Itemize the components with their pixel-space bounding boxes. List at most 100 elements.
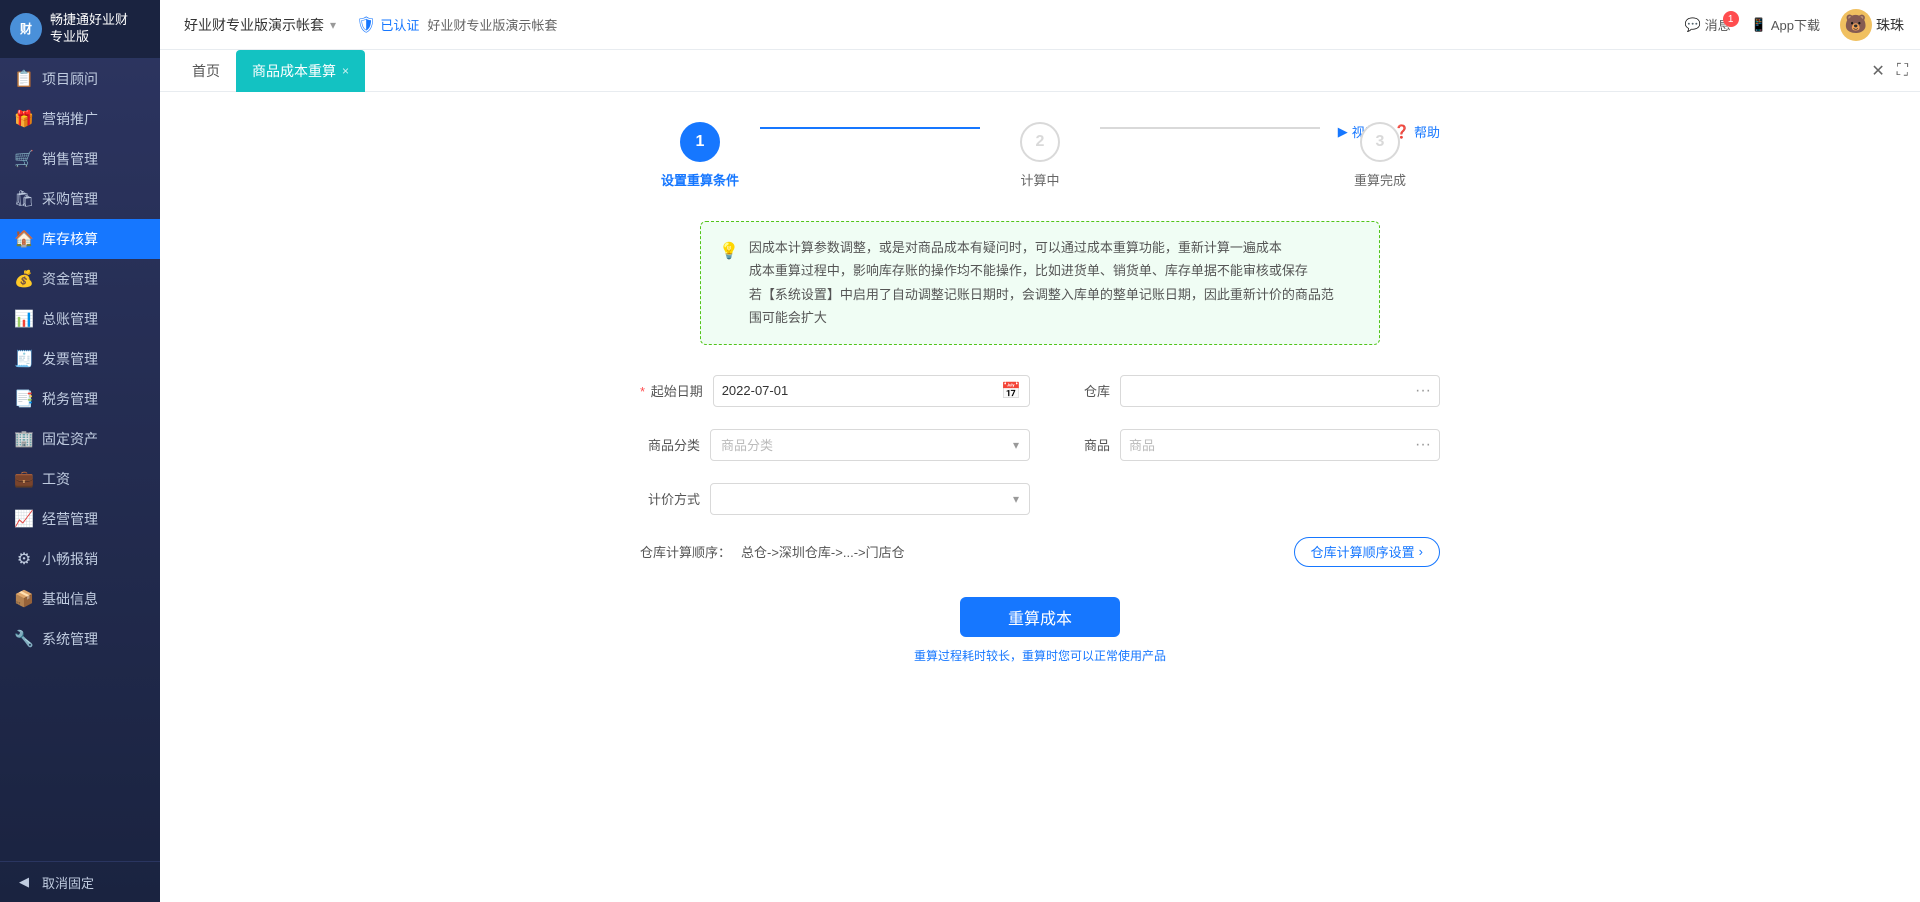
step-3-circle: 3: [1360, 122, 1400, 162]
warehouse-order-settings-button[interactable]: 仓库计算顺序设置 ›: [1294, 537, 1440, 567]
required-star: *: [640, 384, 645, 399]
base-icon: 📦: [14, 589, 34, 609]
shield-icon: 🛡: [356, 15, 376, 35]
step-2-circle: 2: [1020, 122, 1060, 162]
topbar: 好业财专业版演示帐套 ▾ 🛡 已认证 好业财专业版演示帐套 💬 消息 1 📱 A…: [160, 0, 1920, 50]
tab-cost-recalc-label: 商品成本重算: [252, 61, 336, 81]
verified-account-name: 好业财专业版演示帐套: [427, 15, 557, 34]
message-badge: 1: [1723, 11, 1739, 27]
sidebar-label-sales: 销售管理: [42, 149, 98, 169]
avatar-area[interactable]: 🐻 珠珠: [1840, 9, 1904, 41]
step-3-label: 重算完成: [1354, 170, 1406, 189]
sidebar-item-tax[interactable]: 📑 税务管理: [0, 379, 160, 419]
sidebar-item-invoice[interactable]: 🧾 发票管理: [0, 339, 160, 379]
step-2-label: 计算中: [1020, 170, 1059, 189]
tab-controls: ✕ ⛶: [1871, 61, 1920, 81]
sidebar-label-salary: 工资: [42, 469, 70, 489]
info-text: 因成本计算参数调整，或是对商品成本有疑问时，可以通过成本重算功能，重新计算一遍成…: [749, 236, 1334, 330]
sidebar-label-operation: 经营管理: [42, 509, 98, 529]
step-line-2: [1100, 127, 1320, 129]
avatar: 🐻: [1840, 9, 1872, 41]
sidebar-item-salary[interactable]: 💼 工资: [0, 459, 160, 499]
warehouse-label: 仓库: [1050, 381, 1110, 400]
unpin-icon: ◀: [14, 872, 34, 892]
sidebar-label-system: 系统管理: [42, 629, 98, 649]
maximize-icon[interactable]: ⛶: [1897, 62, 1908, 80]
start-date-input[interactable]: [722, 383, 995, 398]
tab-close-icon[interactable]: ×: [342, 64, 349, 78]
step-line-1: [760, 127, 980, 129]
logo-icon: 财: [10, 13, 42, 45]
sidebar-item-purchase[interactable]: 🛍 采购管理: [0, 179, 160, 219]
sidebar-label-tax: 税务管理: [42, 389, 98, 409]
info-line-4: 围可能会扩大: [749, 306, 1334, 329]
warehouse-order-value: 总仓->深圳仓库->...->门店仓: [741, 542, 1284, 561]
category-label: 商品分类: [640, 435, 700, 454]
phone-icon: 📱: [1751, 17, 1767, 33]
sidebar-label-assets: 固定资产: [42, 429, 98, 449]
start-date-input-wrap[interactable]: 📅: [713, 375, 1030, 407]
sidebar-item-marketing[interactable]: 🎁 营销推广: [0, 99, 160, 139]
close-window-icon[interactable]: ✕: [1871, 61, 1884, 81]
account-selector[interactable]: 好业财专业版演示帐套 ▾: [176, 11, 344, 39]
purchase-icon: 🛍: [14, 189, 34, 209]
sidebar-label-expense: 小畅报销: [42, 549, 98, 569]
sidebar-item-inventory[interactable]: 🏠 库存核算: [0, 219, 160, 259]
sidebar-logo: 财 畅捷通好业财 专业版: [0, 0, 160, 59]
sidebar-item-project[interactable]: 📋 项目顾问: [0, 59, 160, 99]
price-method-chevron-icon: ▾: [1013, 492, 1019, 506]
warehouse-dots-icon[interactable]: ···: [1415, 382, 1431, 400]
message-button[interactable]: 💬 消息 1: [1684, 15, 1730, 34]
sidebar-item-base[interactable]: 📦 基础信息: [0, 579, 160, 619]
tab-home[interactable]: 首页: [176, 50, 236, 92]
sidebar-label-purchase: 采购管理: [42, 189, 98, 209]
tab-home-label: 首页: [192, 61, 220, 81]
chevron-down-icon: ▾: [330, 18, 336, 32]
step-1-circle: 1: [680, 122, 720, 162]
sidebar-item-assets[interactable]: 🏢 固定资产: [0, 419, 160, 459]
form-group-goods: 商品 商品 ···: [1050, 429, 1440, 461]
warehouse-order-btn-label: 仓库计算顺序设置: [1311, 542, 1415, 561]
price-method-select[interactable]: ▾: [710, 483, 1030, 515]
sidebar-item-system[interactable]: 🔧 系统管理: [0, 619, 160, 659]
tab-cost-recalc[interactable]: 商品成本重算 ×: [236, 50, 365, 92]
sidebar-label-project: 项目顾问: [42, 69, 98, 89]
form-group-start-date: * 起始日期 📅: [640, 375, 1030, 407]
form-group-warehouse: 仓库 ···: [1050, 375, 1440, 407]
category-placeholder: 商品分类: [721, 435, 1013, 454]
goods-dots-icon[interactable]: ···: [1415, 436, 1431, 454]
tax-icon: 📑: [14, 389, 34, 409]
step-1-label: 设置重算条件: [661, 170, 739, 189]
accounting-icon: 📊: [14, 309, 34, 329]
sidebar-item-accounting[interactable]: 📊 总账管理: [0, 299, 160, 339]
sidebar-item-sales[interactable]: 🛒 销售管理: [0, 139, 160, 179]
topbar-actions: 💬 消息 1 📱 App下载 🐻 珠珠: [1684, 9, 1904, 41]
sidebar-label-finance: 资金管理: [42, 269, 98, 289]
app-download-button[interactable]: 📱 App下载: [1751, 15, 1820, 34]
finance-icon: 💰: [14, 269, 34, 289]
goods-input-wrap[interactable]: 商品 ···: [1120, 429, 1440, 461]
start-date-label: * 起始日期: [640, 381, 703, 400]
form-group-price-method: 计价方式 ▾: [640, 483, 1030, 515]
salary-icon: 💼: [14, 469, 34, 489]
sidebar-label-invoice: 发票管理: [42, 349, 98, 369]
sidebar-item-operation[interactable]: 📈 经营管理: [0, 499, 160, 539]
recalc-button[interactable]: 重算成本: [960, 597, 1120, 637]
account-name: 好业财专业版演示帐套: [184, 15, 324, 35]
page-content: 1 设置重算条件 2 计算中 3 重算完成 ▶ 视频 ❓ 帮助 💡 因成本计算参…: [160, 92, 1920, 902]
warehouse-order-row: 仓库计算顺序： 总仓->深圳仓库->...->门店仓 仓库计算顺序设置 ›: [640, 537, 1440, 567]
assets-icon: 🏢: [14, 429, 34, 449]
sidebar-footer-pin[interactable]: ◀ 取消固定: [0, 861, 160, 902]
goods-placeholder: 商品: [1129, 435, 1409, 454]
form-row-3: 计价方式 ▾: [640, 483, 1440, 515]
sidebar-item-expense[interactable]: ⚙ 小畅报销: [0, 539, 160, 579]
category-select[interactable]: 商品分类 ▾: [710, 429, 1030, 461]
tabbar: 首页 商品成本重算 × ✕ ⛶: [160, 50, 1920, 92]
step-1: 1 设置重算条件: [640, 122, 760, 189]
warehouse-order-btn-icon: ›: [1419, 544, 1423, 559]
sidebar-item-finance[interactable]: 💰 资金管理: [0, 259, 160, 299]
sidebar-label-marketing: 营销推广: [42, 109, 98, 129]
calendar-icon[interactable]: 📅: [1001, 381, 1021, 401]
category-chevron-icon: ▾: [1013, 438, 1019, 452]
warehouse-input-wrap[interactable]: ···: [1120, 375, 1440, 407]
